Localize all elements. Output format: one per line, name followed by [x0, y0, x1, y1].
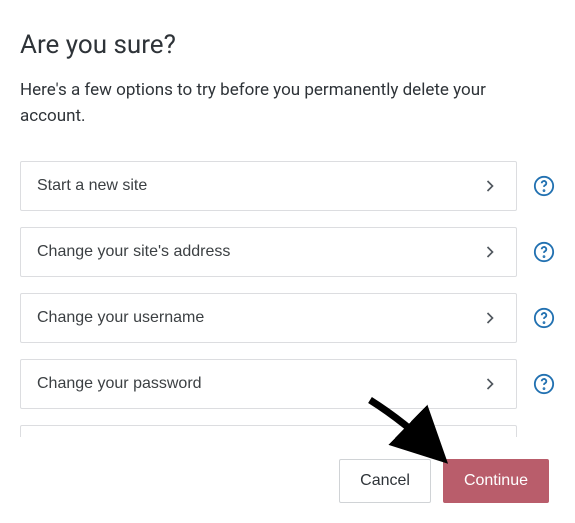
option-change-password[interactable]: Change your password [20, 359, 517, 409]
page-title: Are you sure? [20, 30, 555, 60]
dialog-scroll-area[interactable]: Are you sure? Here's a few options to tr… [0, 0, 575, 437]
help-icon[interactable] [533, 241, 555, 263]
help-icon[interactable] [533, 373, 555, 395]
option-delete-site[interactable]: Delete a site [20, 425, 517, 437]
chevron-right-icon [480, 374, 500, 394]
subtitle-text: Here's a few options to try before you p… [20, 78, 555, 129]
option-start-new-site[interactable]: Start a new site [20, 161, 517, 211]
help-icon[interactable] [533, 307, 555, 329]
option-change-username[interactable]: Change your username [20, 293, 517, 343]
chevron-right-icon [480, 176, 500, 196]
chevron-right-icon [480, 308, 500, 328]
cancel-button[interactable]: Cancel [339, 459, 431, 503]
continue-button[interactable]: Continue [443, 459, 549, 503]
option-label: Change your password [37, 375, 202, 393]
option-label: Start a new site [37, 177, 147, 195]
help-icon[interactable] [533, 175, 555, 197]
option-label: Change your username [37, 309, 204, 327]
option-change-site-address[interactable]: Change your site's address [20, 227, 517, 277]
chevron-right-icon [480, 242, 500, 262]
option-label: Change your site's address [37, 243, 230, 261]
dialog-footer: Cancel Continue [0, 445, 575, 523]
